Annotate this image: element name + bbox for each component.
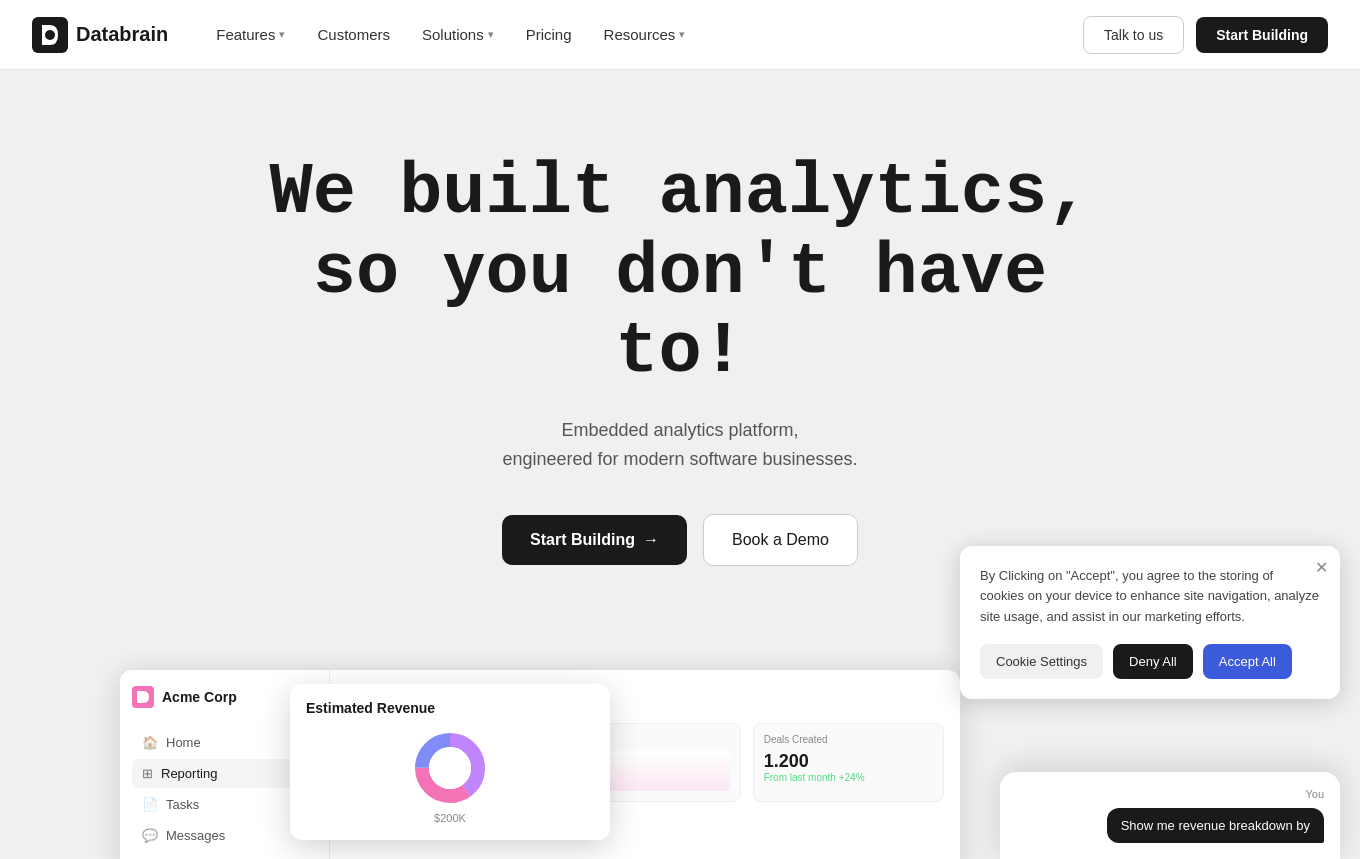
- chat-you-label: You: [1305, 788, 1324, 800]
- databrain-logo-icon: [32, 17, 68, 53]
- cookie-actions: Cookie Settings Deny All Accept All: [980, 644, 1320, 679]
- nav-customers[interactable]: Customers: [317, 26, 390, 43]
- cookie-banner: ✕ By Clicking on "Accept", you agree to …: [960, 546, 1340, 699]
- home-icon: 🏠: [142, 735, 158, 750]
- cookie-text: By Clicking on "Accept", you agree to th…: [980, 566, 1320, 628]
- start-building-hero-button[interactable]: Start Building →: [502, 515, 687, 565]
- app-sidebar-name: Acme Corp: [162, 689, 237, 705]
- deny-all-button[interactable]: Deny All: [1113, 644, 1193, 679]
- chat-bubble-wrapper: Show me revenue breakdown by: [1016, 808, 1324, 843]
- chevron-icon: ▾: [679, 28, 685, 41]
- start-building-nav-button[interactable]: Start Building: [1196, 17, 1328, 53]
- nav-solutions[interactable]: Solutions ▾: [422, 26, 494, 43]
- tasks-icon: 📄: [142, 797, 158, 812]
- revenue-card: Estimated Revenue $200K: [290, 684, 610, 840]
- acme-logo-icon: [132, 686, 154, 708]
- svg-point-1: [45, 30, 55, 40]
- nav-features[interactable]: Features ▾: [216, 26, 285, 43]
- arrow-right-icon: →: [643, 531, 659, 549]
- navbar: Databrain Features ▾ Customers Solutions…: [0, 0, 1360, 70]
- chevron-icon: ▾: [488, 28, 494, 41]
- hero-subtitle: Embedded analytics platform, engineered …: [502, 416, 857, 474]
- accept-all-button[interactable]: Accept All: [1203, 644, 1292, 679]
- donut-svg: [410, 728, 490, 808]
- chat-bubble: Show me revenue breakdown by: [1107, 808, 1324, 843]
- chat-popup: You Show me revenue breakdown by: [1000, 772, 1340, 859]
- talk-button[interactable]: Talk to us: [1083, 16, 1184, 54]
- app-card-deals-created: Deals Created 1.200 From last month +24%: [753, 723, 944, 802]
- cookie-settings-button[interactable]: Cookie Settings: [980, 644, 1103, 679]
- logo-text: Databrain: [76, 23, 168, 46]
- revenue-card-title: Estimated Revenue: [306, 700, 594, 716]
- messages-icon: 💬: [142, 828, 158, 843]
- nav-pricing[interactable]: Pricing: [526, 26, 572, 43]
- logo-link[interactable]: Databrain: [32, 17, 168, 53]
- reporting-icon: ⊞: [142, 766, 153, 781]
- donut-chart: [306, 728, 594, 808]
- hero-title: We built analytics, so you don't have to…: [230, 154, 1130, 392]
- chat-you-label-wrapper: You: [1016, 788, 1324, 800]
- nav-links: Features ▾ Customers Solutions ▾ Pricing…: [216, 26, 1035, 43]
- chevron-icon: ▾: [279, 28, 285, 41]
- hero-buttons: Start Building → Book a Demo: [502, 514, 858, 566]
- book-demo-button[interactable]: Book a Demo: [703, 514, 858, 566]
- svg-point-6: [429, 747, 471, 789]
- nav-resources[interactable]: Resources ▾: [604, 26, 686, 43]
- cookie-close-button[interactable]: ✕: [1315, 558, 1328, 577]
- revenue-y-label: $200K: [306, 812, 594, 824]
- nav-actions: Talk to us Start Building: [1083, 16, 1328, 54]
